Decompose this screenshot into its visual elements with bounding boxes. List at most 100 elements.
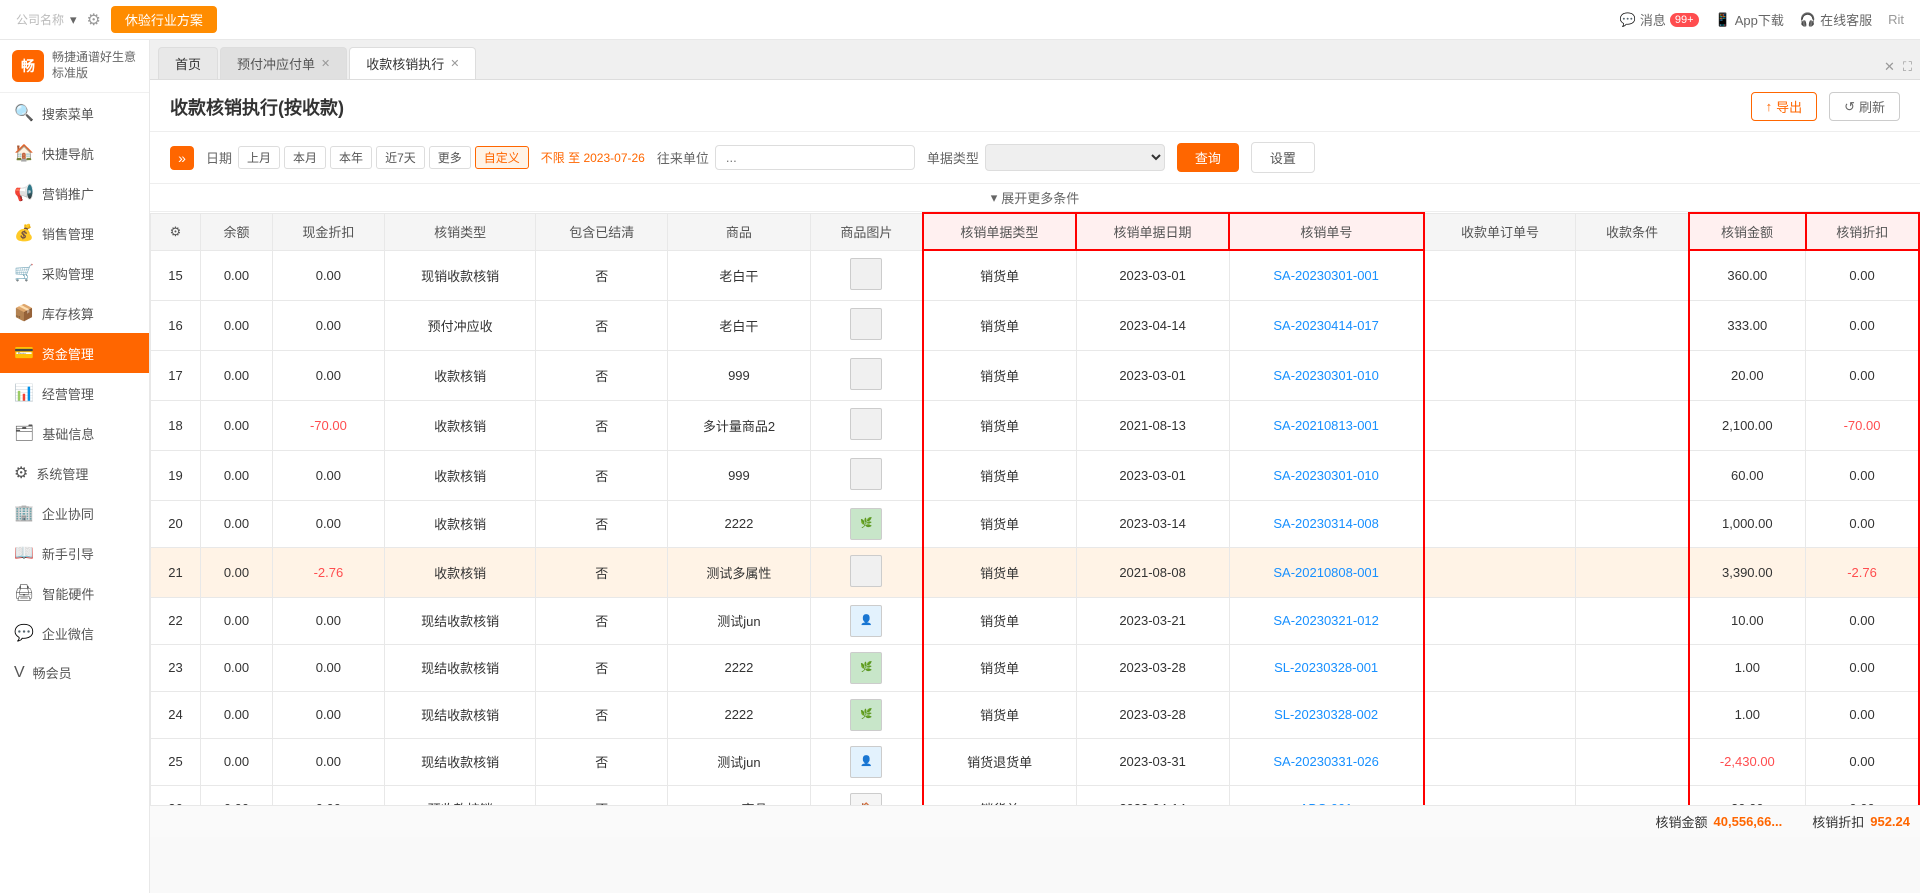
sidebar-item-marketing[interactable]: 📢 营销推广 (0, 173, 149, 213)
online-service-btn[interactable]: 🎧 在线客服 (1800, 10, 1872, 29)
balance-cell: 0.00 (201, 500, 273, 547)
verify-doc-no-cell[interactable]: SL-20230328-001 (1229, 644, 1424, 691)
home-icon: 🏠 (14, 143, 34, 163)
sidebar-item-guide[interactable]: 📖 新手引导 (0, 533, 149, 573)
tab-receipt-close[interactable]: ✕ (450, 57, 459, 70)
tab-home[interactable]: 首页 (158, 47, 218, 79)
user-name[interactable]: Rit (1888, 12, 1904, 27)
verify-doc-no-cell[interactable]: SA-20210808-001 (1229, 547, 1424, 597)
sidebar-item-inventory[interactable]: 📦 库存核算 (0, 293, 149, 333)
sidebar-item-quicknav[interactable]: 🏠 快捷导航 (0, 133, 149, 173)
sidebar-item-operation[interactable]: 📊 经营管理 (0, 373, 149, 413)
search-button[interactable]: 查询 (1177, 143, 1239, 172)
verify-doc-no-cell[interactable]: SA-20210813-001 (1229, 400, 1424, 450)
date-btn-custom[interactable]: 自定义 (475, 146, 529, 169)
verify-doc-no-cell[interactable]: ABC-001 (1229, 785, 1424, 805)
verify-discount-cell: -70.00 (1806, 400, 1919, 450)
verify-doc-date-cell: 2023-03-01 (1076, 250, 1229, 300)
export-button[interactable]: ↑ 导出 (1751, 92, 1818, 121)
col-header-receipt-condition: 收款条件 (1576, 213, 1689, 250)
industry-btn[interactable]: 休验行业方案 (111, 6, 217, 33)
verify-doc-no-cell[interactable]: SA-20230321-012 (1229, 597, 1424, 644)
table-row: 150.000.00现销收款核销否老白干销货单2023-03-01SA-2023… (151, 250, 1920, 300)
cash-discount-cell: 0.00 (272, 644, 384, 691)
receipt-order-no-cell (1424, 597, 1576, 644)
sidebar-item-hardware[interactable]: 🖨 智能硬件 (0, 573, 149, 613)
col-header-verify-doc-type: 核销单据类型 (923, 213, 1076, 250)
date-label: 日期 (206, 148, 232, 167)
verify-doc-no-cell[interactable]: SA-20230331-026 (1229, 738, 1424, 785)
tab-prepay-close[interactable]: ✕ (321, 57, 330, 70)
verify-type-cell: 现结收款核销 (384, 644, 536, 691)
goods-cell: 测试jun (668, 597, 811, 644)
verify-type-cell: 预付冲应收 (384, 300, 536, 350)
sidebar-item-search[interactable]: 🔍 搜索菜单 (0, 93, 149, 133)
row-no: 17 (151, 350, 201, 400)
sidebar-item-wechat[interactable]: 💬 企业微信 (0, 613, 149, 653)
table-row: 180.00-70.00收款核销否多计量商品2销货单2021-08-13SA-2… (151, 400, 1920, 450)
verify-amount-cell: 1.00 (1689, 644, 1806, 691)
goods-image-cell: 🌿 (810, 500, 923, 547)
doc-type-select[interactable] (985, 144, 1165, 171)
company-select[interactable]: 公司名称 ▾ (16, 11, 77, 28)
sidebar-item-basic[interactable]: 🗂 基础信息 (0, 413, 149, 453)
filter-toggle-btn[interactable]: » (170, 146, 194, 170)
counterpart-input[interactable] (715, 145, 915, 170)
verify-doc-date-cell: 2023-03-14 (1076, 500, 1229, 547)
date-btn-this-year[interactable]: 本年 (330, 146, 372, 169)
gear-icon[interactable]: ⚙ (87, 10, 101, 30)
receipt-condition-cell (1576, 400, 1689, 450)
close-tab-icon[interactable]: ✕ (1884, 59, 1895, 75)
sidebar-item-system[interactable]: ⚙ 系统管理 (0, 453, 149, 493)
verify-doc-no-cell[interactable]: SA-20230314-008 (1229, 500, 1424, 547)
col-header-goods-image: 商品图片 (810, 213, 923, 250)
tab-prepay[interactable]: 预付冲应付单 ✕ (220, 47, 347, 79)
expand-tab-icon[interactable]: ⛶ (1903, 59, 1912, 75)
verify-doc-no-cell[interactable]: SA-20230301-010 (1229, 450, 1424, 500)
balance-cell: 0.00 (201, 400, 273, 450)
book-icon: 📖 (14, 543, 34, 563)
table-row: 220.000.00现结收款核销否测试jun👤销货单2023-03-21SA-2… (151, 597, 1920, 644)
tab-prepay-label: 预付冲应付单 (237, 54, 315, 73)
row-no: 15 (151, 250, 201, 300)
receipt-order-no-cell (1424, 400, 1576, 450)
verify-type-cell: 收款核销 (384, 400, 536, 450)
notification-btn[interactable]: 💬 消息 99+ (1620, 10, 1699, 29)
balance-cell: 0.00 (201, 597, 273, 644)
sidebar-item-purchase[interactable]: 🛒 采购管理 (0, 253, 149, 293)
building-icon: 🏢 (14, 503, 34, 523)
megaphone-icon: 📢 (14, 183, 34, 203)
setting-button[interactable]: 设置 (1251, 142, 1315, 173)
sidebar-item-sales[interactable]: 💰 销售管理 (0, 213, 149, 253)
verify-doc-no-cell[interactable]: SA-20230301-010 (1229, 350, 1424, 400)
verify-discount-cell: 0.00 (1806, 250, 1919, 300)
footer-verify-discount-value: 952.24 (1870, 814, 1910, 829)
receipt-condition-cell (1576, 547, 1689, 597)
tab-receipt[interactable]: 收款核销执行 ✕ (349, 47, 476, 79)
sidebar-item-enterprise[interactable]: 🏢 企业协同 (0, 493, 149, 533)
receipt-order-no-cell (1424, 785, 1576, 805)
receipt-condition-cell (1576, 450, 1689, 500)
col-header-gear[interactable]: ⚙ (151, 213, 201, 250)
date-btn-7days[interactable]: 近7天 (376, 146, 425, 169)
date-btn-this-month[interactable]: 本月 (284, 146, 326, 169)
app-download-btn[interactable]: 📱 App下载 (1715, 10, 1784, 29)
verify-amount-cell: 60.00 (1689, 450, 1806, 500)
verify-doc-type-cell: 销货单 (923, 644, 1076, 691)
tab-actions: ✕ ⛶ (1884, 59, 1912, 79)
date-btn-last-month[interactable]: 上月 (238, 146, 280, 169)
expand-conditions-btn[interactable]: ▾ 展开更多条件 (991, 188, 1080, 207)
sidebar-item-finance[interactable]: 💳 资金管理 (0, 333, 149, 373)
date-btn-more[interactable]: 更多 (429, 146, 471, 169)
row-no: 16 (151, 300, 201, 350)
verify-doc-date-cell: 2023-03-28 (1076, 644, 1229, 691)
sidebar-item-label: 新手引导 (42, 544, 94, 563)
sidebar-item-vip[interactable]: V 畅会员 (0, 653, 149, 692)
refresh-button[interactable]: ↺ 刷新 (1829, 92, 1900, 121)
verify-doc-no-cell[interactable]: SA-20230301-001 (1229, 250, 1424, 300)
verify-doc-no-cell[interactable]: SA-20230414-017 (1229, 300, 1424, 350)
verify-doc-no-cell[interactable]: SL-20230328-002 (1229, 691, 1424, 738)
row-no: 26 (151, 785, 201, 805)
verify-doc-type-cell: 销货退货单 (923, 738, 1076, 785)
sidebar-item-label: 库存核算 (42, 304, 94, 323)
